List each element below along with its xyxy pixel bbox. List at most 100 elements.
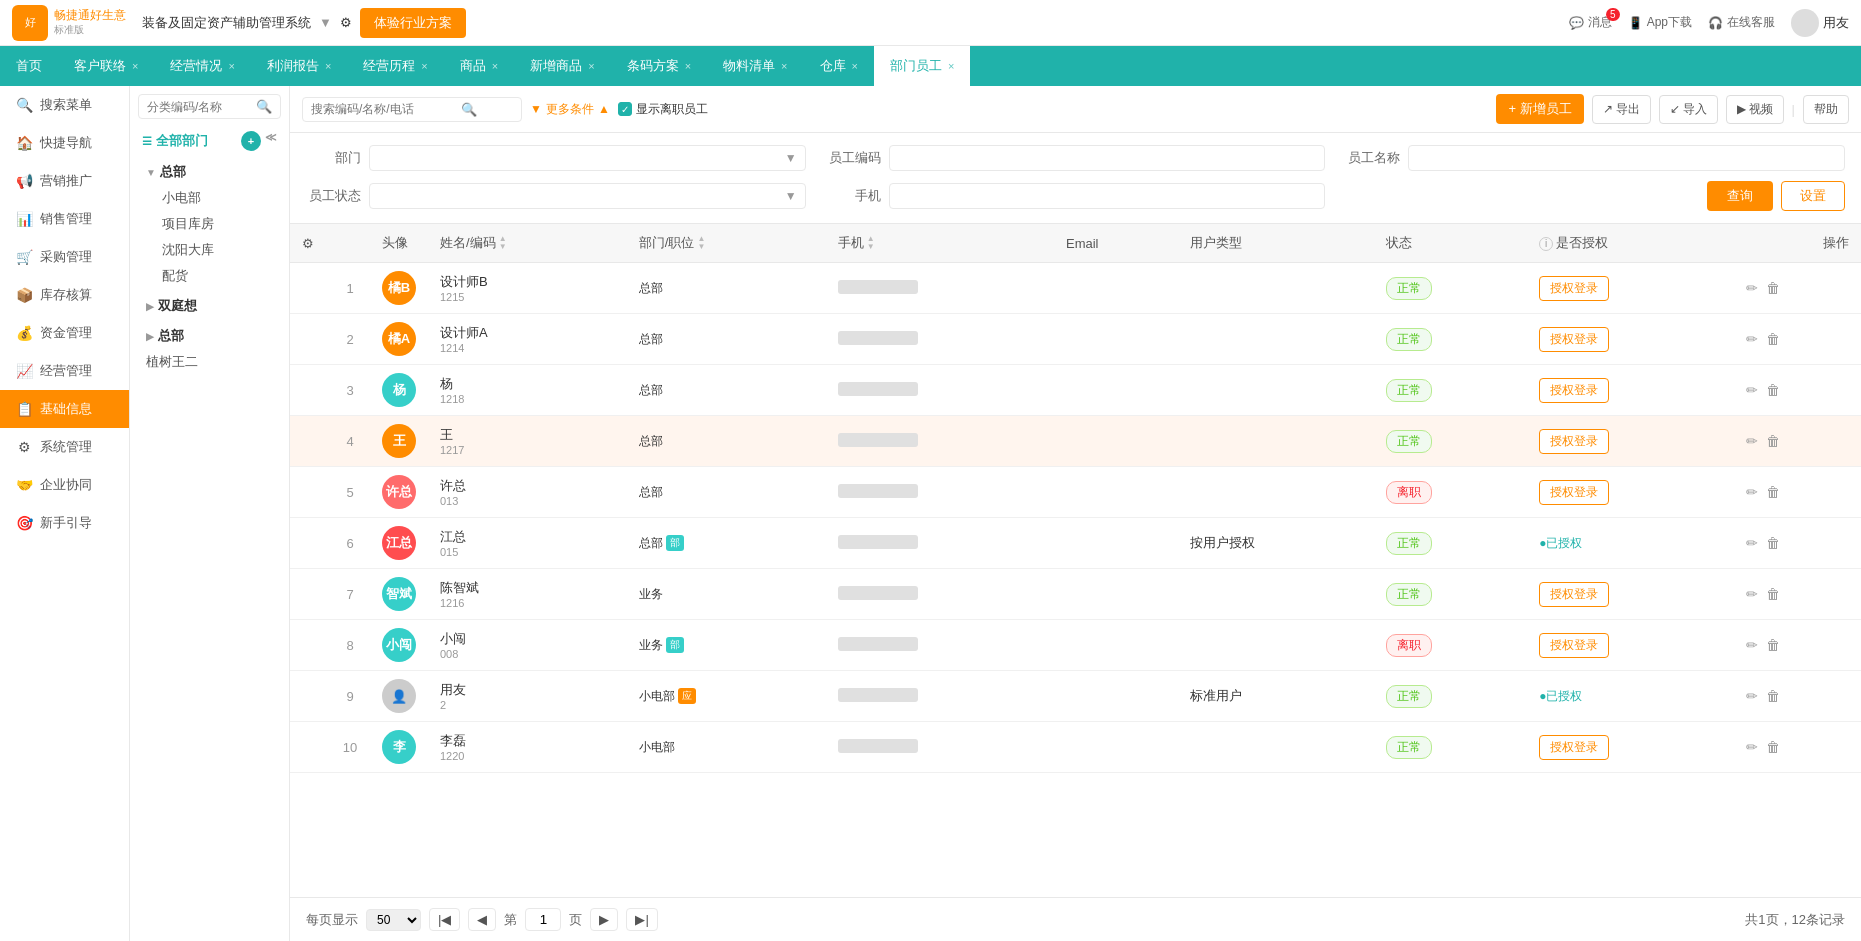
auth-login-btn[interactable]: 授权登录	[1539, 276, 1609, 301]
sidebar-item-库存核算[interactable]: 📦 库存核算	[0, 276, 129, 314]
per-page-select[interactable]: 50 20 100	[366, 909, 421, 931]
sidebar-item-搜索菜单[interactable]: 🔍 搜索菜单	[0, 86, 129, 124]
dropdown-arrow-icon[interactable]: ▼	[319, 15, 332, 30]
page-number-input[interactable]	[525, 908, 561, 931]
nav-tab-商品[interactable]: 商品×	[444, 46, 514, 86]
delete-btn[interactable]: 🗑	[1766, 688, 1780, 704]
user-avatar-area[interactable]: 用友	[1791, 9, 1849, 37]
filter-dept-select[interactable]: ▼	[369, 145, 806, 171]
delete-btn[interactable]: 🗑	[1766, 331, 1780, 347]
help-btn[interactable]: 帮助	[1803, 95, 1849, 124]
search-btn[interactable]: 查询	[1707, 181, 1773, 211]
sidebar-item-资金管理[interactable]: 💰 资金管理	[0, 314, 129, 352]
nav-tab-经营历程[interactable]: 经营历程×	[347, 46, 443, 86]
sidebar-item-经营管理[interactable]: 📈 经营管理	[0, 352, 129, 390]
delete-btn[interactable]: 🗑	[1766, 382, 1780, 398]
search-input[interactable]	[311, 102, 461, 116]
edit-btn[interactable]: ✏	[1746, 739, 1758, 755]
show-resigned-checkbox[interactable]: ✓	[618, 102, 632, 116]
edit-btn[interactable]: ✏	[1746, 331, 1758, 347]
import-btn[interactable]: ↙ 导入	[1659, 95, 1718, 124]
edit-btn[interactable]: ✏	[1746, 586, 1758, 602]
col-settings[interactable]: ⚙	[290, 224, 330, 263]
delete-btn[interactable]: 🗑	[1766, 280, 1780, 296]
close-tab-icon[interactable]: ×	[588, 60, 594, 72]
auth-login-btn[interactable]: 授权登录	[1539, 378, 1609, 403]
dept-item-shenyang[interactable]: 沈阳大库	[154, 237, 281, 263]
view-btn[interactable]: ▶ 视频	[1726, 95, 1784, 124]
filter-phone-input[interactable]	[889, 183, 1326, 209]
auth-login-btn[interactable]: 授权登录	[1539, 735, 1609, 760]
delete-btn[interactable]: 🗑	[1766, 433, 1780, 449]
edit-btn[interactable]: ✏	[1746, 535, 1758, 551]
search-input-wrap[interactable]: 🔍	[302, 97, 522, 122]
edit-btn[interactable]: ✏	[1746, 688, 1758, 704]
export-btn[interactable]: ↗ 导出	[1592, 95, 1651, 124]
sidebar-item-快捷导航[interactable]: 🏠 快捷导航	[0, 124, 129, 162]
dept-search-input[interactable]	[147, 100, 256, 114]
online-support-btn[interactable]: 🎧 在线客服	[1708, 14, 1775, 31]
delete-btn[interactable]: 🗑	[1766, 637, 1780, 653]
auth-login-btn[interactable]: 授权登录	[1539, 327, 1609, 352]
next-page-btn[interactable]: ▶	[590, 908, 618, 931]
nav-tab-物料清单[interactable]: 物料清单×	[707, 46, 803, 86]
close-tab-icon[interactable]: ×	[492, 60, 498, 72]
nav-tab-条码方案[interactable]: 条码方案×	[611, 46, 707, 86]
dept-tree-group-1[interactable]: ▼总部	[138, 159, 281, 185]
dept-search-box[interactable]: 🔍	[138, 94, 281, 119]
auth-login-btn[interactable]: 授权登录	[1539, 633, 1609, 658]
auth-login-btn[interactable]: 授权登录	[1539, 429, 1609, 454]
delete-btn[interactable]: 🗑	[1766, 586, 1780, 602]
col-nameCode[interactable]: 姓名/编码 ▲▼	[428, 224, 627, 263]
sidebar-item-新手引导[interactable]: 🎯 新手引导	[0, 504, 129, 542]
filter-status-select[interactable]: ▼	[369, 183, 806, 209]
dept-collapse-btn[interactable]: ≪	[265, 131, 277, 151]
close-tab-icon[interactable]: ×	[852, 60, 858, 72]
close-tab-icon[interactable]: ×	[228, 60, 234, 72]
delete-btn[interactable]: 🗑	[1766, 535, 1780, 551]
nav-tab-利润报告[interactable]: 利润报告×	[251, 46, 347, 86]
edit-btn[interactable]: ✏	[1746, 433, 1758, 449]
more-filter-btn[interactable]: ▼ 更多条件 ▲	[530, 101, 610, 118]
delete-btn[interactable]: 🗑	[1766, 739, 1780, 755]
set-btn[interactable]: 设置	[1781, 181, 1845, 211]
dept-item-xmkf[interactable]: 项目库房	[154, 211, 281, 237]
search-submit-icon[interactable]: 🔍	[461, 102, 477, 117]
nav-tab-仓库[interactable]: 仓库×	[804, 46, 874, 86]
col-dept[interactable]: 部门/职位 ▲▼	[627, 224, 826, 263]
nav-tab-部门员工[interactable]: 部门员工×	[874, 46, 970, 86]
close-tab-icon[interactable]: ×	[132, 60, 138, 72]
dept-tree-group-3[interactable]: ▶总部	[138, 323, 281, 349]
sidebar-item-销售管理[interactable]: 📊 销售管理	[0, 200, 129, 238]
sidebar-item-企业协同[interactable]: 🤝 企业协同	[0, 466, 129, 504]
gear-icon[interactable]: ⚙	[340, 15, 352, 30]
nav-tab-首页[interactable]: 首页	[0, 46, 58, 86]
message-btn[interactable]: 💬 消息 5	[1569, 14, 1612, 31]
dept-item-xiaodian[interactable]: 小电部	[154, 185, 281, 211]
auth-info-icon[interactable]: i	[1539, 237, 1553, 251]
all-dept-label[interactable]: 全部部门	[156, 132, 208, 150]
dept-item-peihuo[interactable]: 配货	[154, 263, 281, 289]
dept-add-btn[interactable]: +	[241, 131, 261, 151]
filter-empname-input[interactable]	[1408, 145, 1845, 171]
edit-btn[interactable]: ✏	[1746, 637, 1758, 653]
try-btn[interactable]: 体验行业方案	[360, 8, 466, 38]
close-tab-icon[interactable]: ×	[781, 60, 787, 72]
sidebar-item-系统管理[interactable]: ⚙ 系统管理	[0, 428, 129, 466]
dept-tree-group-2[interactable]: ▶双庭想	[138, 293, 281, 319]
close-tab-icon[interactable]: ×	[421, 60, 427, 72]
add-employee-btn[interactable]: + 新增员工	[1496, 94, 1583, 124]
last-page-btn[interactable]: ▶|	[626, 908, 657, 931]
col-phone[interactable]: 手机 ▲▼	[826, 224, 1054, 263]
nav-tab-客户联络[interactable]: 客户联络×	[58, 46, 154, 86]
sidebar-item-营销推广[interactable]: 📢 营销推广	[0, 162, 129, 200]
close-tab-icon[interactable]: ×	[325, 60, 331, 72]
edit-btn[interactable]: ✏	[1746, 280, 1758, 296]
close-tab-icon[interactable]: ×	[685, 60, 691, 72]
show-resigned-wrap[interactable]: ✓ 显示离职员工	[618, 101, 708, 118]
filter-empcode-input[interactable]	[889, 145, 1326, 171]
auth-login-btn[interactable]: 授权登录	[1539, 480, 1609, 505]
app-download-btn[interactable]: 📱 App下载	[1628, 14, 1692, 31]
prev-page-btn[interactable]: ◀	[468, 908, 496, 931]
sidebar-item-基础信息[interactable]: 📋 基础信息	[0, 390, 129, 428]
